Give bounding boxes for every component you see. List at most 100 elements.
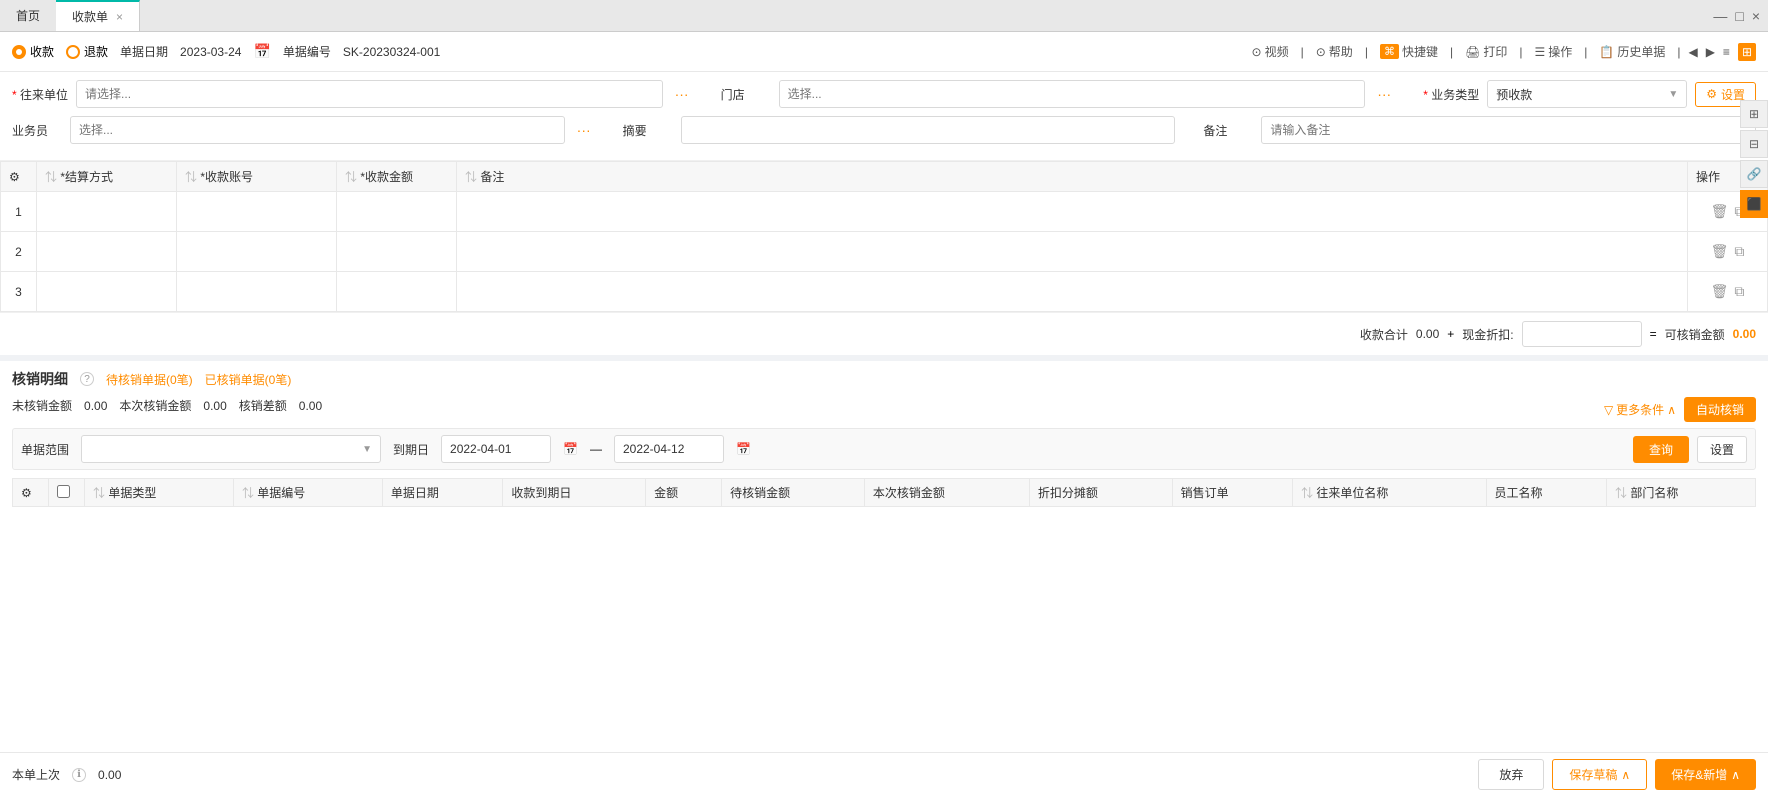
- amount-input-1[interactable]: [337, 192, 456, 231]
- copy-icon-2[interactable]: ⧉: [1734, 243, 1744, 260]
- radio-refund-label: 退款: [84, 43, 108, 60]
- prev-icon[interactable]: ◀: [1688, 45, 1697, 59]
- radio-receipt[interactable]: 收款: [12, 43, 54, 60]
- divider2: |: [1365, 45, 1368, 59]
- radio-refund[interactable]: 退款: [66, 43, 108, 60]
- next-icon[interactable]: ▶: [1706, 45, 1715, 59]
- save-new-btn[interactable]: 保存&新增 ∧: [1655, 759, 1756, 790]
- discount-input[interactable]: [1522, 321, 1642, 347]
- footer: 本单上次 ℹ 0.00 放弃 保存草稿 ∧ 保存&新增 ∧: [0, 752, 1768, 796]
- remark-label: 备注: [1203, 122, 1253, 139]
- th-select-all[interactable]: [49, 479, 85, 507]
- select-all-checkbox[interactable]: [57, 485, 70, 498]
- sidebar-icon-3[interactable]: 🔗: [1740, 160, 1768, 188]
- close-icon[interactable]: ×: [1752, 8, 1760, 24]
- summary-input[interactable]: [681, 116, 1176, 144]
- range-select[interactable]: ▼: [81, 435, 381, 463]
- account-cell-3[interactable]: [177, 272, 337, 312]
- amount-cell-1[interactable]: [337, 192, 457, 232]
- amount-input-2[interactable]: [337, 232, 456, 271]
- th-gear[interactable]: ⚙: [1, 162, 37, 192]
- account-input-2[interactable]: [177, 232, 336, 271]
- account-input-3[interactable]: [177, 272, 336, 311]
- maximize-icon[interactable]: □: [1735, 8, 1743, 24]
- op-cell-3: 🗑 ⧉: [1688, 272, 1768, 312]
- account-input-1[interactable]: [177, 192, 336, 231]
- settle-cell-1[interactable]: [37, 192, 177, 232]
- account-cell-2[interactable]: [177, 232, 337, 272]
- total-label: 收款合计: [1360, 326, 1408, 343]
- remark-input[interactable]: [1261, 116, 1756, 144]
- settle-cell-3[interactable]: [37, 272, 177, 312]
- radio-receipt-label: 收款: [30, 43, 54, 60]
- verifiable-value: 0.00: [1733, 327, 1756, 341]
- delete-icon-2[interactable]: 🗑: [1711, 243, 1729, 260]
- auto-verify-btn[interactable]: 自动核销: [1684, 397, 1756, 422]
- calendar-icon[interactable]: 📅: [253, 43, 270, 60]
- date-from-input[interactable]: [441, 435, 551, 463]
- sidebar-icon-2[interactable]: ⊟: [1740, 130, 1768, 158]
- delete-icon-3[interactable]: 🗑: [1711, 283, 1729, 300]
- remark-cell-1[interactable]: [457, 192, 1688, 232]
- biz-type-select[interactable]: 预收款 ▼: [1487, 80, 1687, 108]
- shop-more-icon[interactable]: ···: [1373, 86, 1395, 102]
- remark-input-2[interactable]: [457, 232, 1687, 271]
- shortcut-btn[interactable]: ⌘ 快捷键: [1376, 41, 1442, 62]
- grid-icon[interactable]: ⊞: [1738, 43, 1756, 61]
- counterpart-input[interactable]: [76, 80, 663, 108]
- settle-input-2[interactable]: [37, 232, 176, 271]
- amount-cell-2[interactable]: [337, 232, 457, 272]
- date-to-input[interactable]: [614, 435, 724, 463]
- video-btn[interactable]: ⊙ 视频: [1248, 41, 1293, 62]
- table-row: 2 🗑 ⧉: [1, 232, 1768, 272]
- delete-icon-1[interactable]: 🗑: [1711, 203, 1729, 220]
- tab-home[interactable]: 首页: [0, 0, 56, 31]
- staff-input[interactable]: [70, 116, 565, 144]
- print-btn[interactable]: 🖨 打印: [1461, 41, 1511, 62]
- th-staff-name: 员工名称: [1486, 479, 1607, 507]
- current-verify-label: 本次核销金额: [119, 397, 191, 414]
- sort-icon-counterpart: ⇅: [1301, 486, 1313, 500]
- remark-input-1[interactable]: [457, 192, 1687, 231]
- copy-icon-3[interactable]: ⧉: [1734, 283, 1744, 300]
- remark-input-3[interactable]: [457, 272, 1687, 311]
- minimize-icon[interactable]: —: [1713, 8, 1727, 24]
- more-conditions-btn[interactable]: ▽ 更多条件 ∧: [1604, 401, 1676, 418]
- top-toolbar: 收款 退款 单据日期 2023-03-24 📅 单据编号 SK-20230324…: [0, 32, 1768, 72]
- staff-label: 业务员: [12, 122, 62, 139]
- save-draft-btn[interactable]: 保存草稿 ∧: [1552, 759, 1647, 790]
- shop-input[interactable]: [779, 80, 1366, 108]
- footer-info-icon[interactable]: ℹ: [72, 768, 86, 782]
- help-btn[interactable]: ⊙ 帮助: [1312, 41, 1357, 62]
- tab-close-icon[interactable]: ×: [116, 10, 123, 24]
- counterpart-more-icon[interactable]: ···: [671, 86, 693, 102]
- history-btn[interactable]: 📋 历史单据: [1595, 41, 1669, 62]
- tab-receipt-label: 收款单: [72, 8, 108, 25]
- operate-btn[interactable]: ☰ 操作: [1530, 41, 1576, 62]
- remark-cell-2[interactable]: [457, 232, 1688, 272]
- verify-info-icon[interactable]: ?: [80, 372, 94, 386]
- table-row: 3 🗑 ⧉: [1, 272, 1768, 312]
- sidebar-icon-1[interactable]: ⊞: [1740, 100, 1768, 128]
- verified-tab[interactable]: 已核销单据(0笔): [205, 371, 292, 388]
- gear-bottom-icon[interactable]: ⚙: [21, 486, 32, 500]
- tab-receipt[interactable]: 收款单 ×: [56, 0, 140, 31]
- save-draft-label: 保存草稿: [1569, 766, 1617, 783]
- discard-btn[interactable]: 放弃: [1478, 759, 1544, 790]
- amount-cell-3[interactable]: [337, 272, 457, 312]
- remark-cell-3[interactable]: [457, 272, 1688, 312]
- verify-settings-btn[interactable]: 设置: [1697, 436, 1747, 463]
- list-icon[interactable]: ≡: [1723, 45, 1730, 59]
- verify-section: 核销明细 ? 待核销单据(0笔) 已核销单据(0笔) 未核销金额 0.00 本次…: [0, 355, 1768, 752]
- query-btn[interactable]: 查询: [1633, 436, 1689, 463]
- settle-cell-2[interactable]: [37, 232, 177, 272]
- account-cell-1[interactable]: [177, 192, 337, 232]
- staff-more-icon[interactable]: ···: [573, 122, 595, 138]
- amount-input-3[interactable]: [337, 272, 456, 311]
- pending-tab[interactable]: 待核销单据(0笔): [106, 371, 193, 388]
- calendar-to-icon[interactable]: 📅: [736, 442, 751, 456]
- calendar-from-icon[interactable]: 📅: [563, 442, 578, 456]
- settle-input-3[interactable]: [37, 272, 176, 311]
- settle-input-1[interactable]: [37, 192, 176, 231]
- sidebar-icon-4[interactable]: ⬛: [1740, 190, 1768, 218]
